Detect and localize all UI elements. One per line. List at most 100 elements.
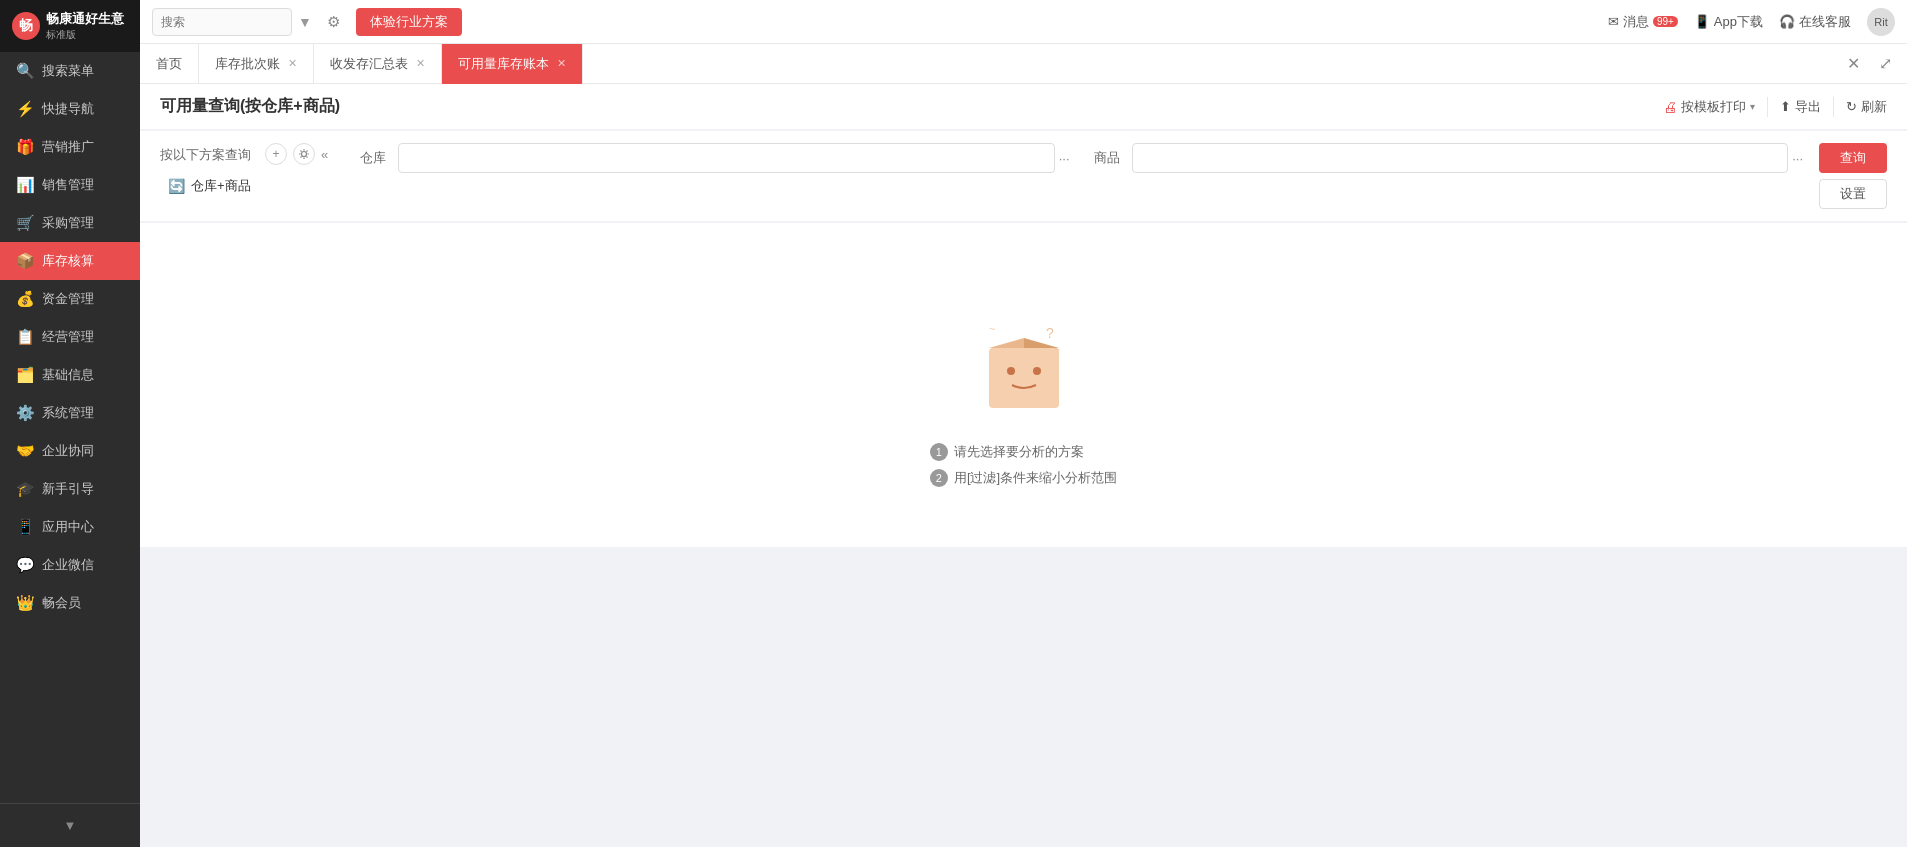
- gear-icon: ⚙️: [16, 404, 34, 422]
- sidebar-item-purchase[interactable]: 🛒 采购管理: [0, 204, 140, 242]
- mobile-icon: 📱: [16, 518, 34, 536]
- sidebar-item-finance[interactable]: 💰 资金管理: [0, 280, 140, 318]
- header-app-download[interactable]: 📱 App下载: [1694, 13, 1763, 31]
- folder-icon: 🗂️: [16, 366, 34, 384]
- page-title: 可用量查询(按仓库+商品): [160, 96, 340, 117]
- sidebar-item-operation[interactable]: 📋 经营管理: [0, 318, 140, 356]
- main-content: ▼ ⚙ 体验行业方案 ✉ 消息 99+ 📱 App下载 🎧 在线客服 Rit: [140, 0, 1907, 847]
- empty-tips: 1 请先选择要分析的方案 2 用[过滤]条件来缩小分析范围: [930, 443, 1117, 487]
- action-buttons: 查询 设置: [1807, 143, 1887, 209]
- product-more-button[interactable]: ···: [1788, 151, 1807, 166]
- tab-summary-close[interactable]: ✕: [416, 57, 425, 70]
- filter-fields-grid: 仓库 ··· 商品 ···: [360, 143, 1807, 173]
- sidebar-item-basic[interactable]: 🗂️ 基础信息: [0, 356, 140, 394]
- empty-tip-1: 1 请先选择要分析的方案: [930, 443, 1117, 461]
- cart-icon: 🛒: [16, 214, 34, 232]
- tab-batch[interactable]: 库存批次账 ✕: [199, 44, 314, 84]
- scheme-item-label: 仓库+商品: [191, 177, 251, 195]
- sidebar-item-enterprise[interactable]: 🤝 企业协同: [0, 432, 140, 470]
- search-icon: 🔍: [16, 62, 34, 80]
- service-icon: 🎧: [1779, 14, 1795, 29]
- scheme-item-warehouse[interactable]: 🔄 仓库+商品: [160, 173, 340, 199]
- tab-bar: 首页 库存批次账 ✕ 收发存汇总表 ✕ 可用量库存账本 ✕ ✕ ⤢: [140, 44, 1907, 84]
- header-service[interactable]: 🎧 在线客服: [1779, 13, 1851, 31]
- filter-fields-area: 仓库 ··· 商品 ··· 查询 设置: [340, 143, 1887, 209]
- filter-label-row: 按以下方案查询 + «: [160, 143, 340, 165]
- sidebar-item-wechat[interactable]: 💬 企业微信: [0, 546, 140, 584]
- scheme-add-button[interactable]: +: [265, 143, 287, 165]
- tab-home[interactable]: 首页: [140, 44, 199, 84]
- tab-close-window[interactable]: ✕: [1839, 50, 1867, 78]
- tab-available[interactable]: 可用量库存账本 ✕: [442, 44, 583, 84]
- lightning-icon: ⚡: [16, 100, 34, 118]
- header-gear-button[interactable]: ⚙: [320, 8, 348, 36]
- sidebar-header: 畅 畅康通好生意 标准版: [0, 0, 140, 52]
- sidebar: 畅 畅康通好生意 标准版 🔍 搜索菜单 ⚡ 快捷导航 🎁 营销推广 📊 销售管理…: [0, 0, 140, 847]
- user-avatar[interactable]: Rit: [1867, 8, 1895, 36]
- clipboard-icon: 📋: [16, 328, 34, 346]
- query-button[interactable]: 查询: [1819, 143, 1887, 173]
- header-message[interactable]: ✉ 消息 99+: [1608, 13, 1678, 31]
- export-icon: ⬆: [1780, 99, 1791, 114]
- page-header: 可用量查询(按仓库+商品) 🖨 按模板打印 ▾ ⬆ 导出 ↻ 刷新: [140, 84, 1907, 129]
- gift-icon: 🎁: [16, 138, 34, 156]
- trial-button[interactable]: 体验行业方案: [356, 8, 462, 36]
- sidebar-item-app[interactable]: 📱 应用中心: [0, 508, 140, 546]
- svg-text:~: ~: [989, 323, 995, 335]
- divider1: [1767, 97, 1768, 117]
- svg-text:~: ~: [1054, 344, 1060, 355]
- sidebar-item-system[interactable]: ⚙️ 系统管理: [0, 394, 140, 432]
- box-icon: 📦: [16, 252, 34, 270]
- tip-num-1: 1: [930, 443, 948, 461]
- tab-maximize[interactable]: ⤢: [1871, 50, 1899, 78]
- sidebar-scroll-down[interactable]: ▼: [0, 812, 140, 839]
- empty-state: ? ~ ~ 1 请先选择要分析的方案 2 用[过滤]条件来缩小分析范围: [140, 223, 1907, 547]
- settings-button[interactable]: 设置: [1819, 179, 1887, 209]
- filter-scheme-panel: 按以下方案查询 + « 🔄 仓库+商品: [160, 143, 340, 199]
- header-search-area: ▼: [152, 8, 312, 36]
- sidebar-item-member[interactable]: 👑 畅会员: [0, 584, 140, 622]
- page-content: 可用量查询(按仓库+商品) 🖨 按模板打印 ▾ ⬆ 导出 ↻ 刷新: [140, 84, 1907, 847]
- print-icon: 🖨: [1663, 99, 1677, 115]
- money-icon: 💰: [16, 290, 34, 308]
- svg-point-3: [1033, 367, 1041, 375]
- sidebar-item-shortcut[interactable]: ⚡ 快捷导航: [0, 90, 140, 128]
- print-button[interactable]: 🖨 按模板打印 ▾: [1663, 98, 1755, 116]
- header-right: ✉ 消息 99+ 📱 App下载 🎧 在线客服 Rit: [1608, 8, 1895, 36]
- divider2: [1833, 97, 1834, 117]
- graduate-icon: 🎓: [16, 480, 34, 498]
- sidebar-item-search[interactable]: 🔍 搜索菜单: [0, 52, 140, 90]
- svg-point-0: [302, 152, 307, 157]
- product-label: 商品: [1094, 149, 1124, 167]
- warehouse-label: 仓库: [360, 149, 390, 167]
- sidebar-item-newbie[interactable]: 🎓 新手引导: [0, 470, 140, 508]
- product-input[interactable]: [1132, 143, 1789, 173]
- top-header: ▼ ⚙ 体验行业方案 ✉ 消息 99+ 📱 App下载 🎧 在线客服 Rit: [140, 0, 1907, 44]
- scheme-settings-button[interactable]: [293, 143, 315, 165]
- chart-icon: 📊: [16, 176, 34, 194]
- message-badge: 99+: [1653, 16, 1678, 27]
- svg-text:?: ?: [1046, 325, 1054, 341]
- empty-illustration: ? ~ ~: [964, 303, 1084, 423]
- tab-available-close[interactable]: ✕: [557, 57, 566, 70]
- refresh-icon: ↻: [1846, 99, 1857, 114]
- print-dropdown-arrow: ▾: [1750, 101, 1755, 112]
- sidebar-item-inventory[interactable]: 📦 库存核算: [0, 242, 140, 280]
- filter-area: 按以下方案查询 + « 🔄 仓库+商品: [140, 131, 1907, 221]
- handshake-icon: 🤝: [16, 442, 34, 460]
- warehouse-input[interactable]: [398, 143, 1055, 173]
- sidebar-item-marketing[interactable]: 🎁 营销推广: [0, 128, 140, 166]
- sidebar-logo: 畅 畅康通好生意 标准版: [12, 10, 128, 42]
- scheme-item-icon: 🔄: [168, 178, 185, 194]
- warehouse-more-button[interactable]: ···: [1055, 151, 1074, 166]
- page-header-actions: 🖨 按模板打印 ▾ ⬆ 导出 ↻ 刷新: [1663, 97, 1887, 117]
- sidebar-item-sales[interactable]: 📊 销售管理: [0, 166, 140, 204]
- export-button[interactable]: ⬆ 导出: [1780, 98, 1821, 116]
- svg-point-2: [1007, 367, 1015, 375]
- tab-batch-close[interactable]: ✕: [288, 57, 297, 70]
- header-search-input[interactable]: [152, 8, 292, 36]
- scheme-collapse-button[interactable]: «: [321, 147, 328, 162]
- settings-gear-icon: [298, 148, 310, 160]
- refresh-button[interactable]: ↻ 刷新: [1846, 98, 1887, 116]
- tab-summary[interactable]: 收发存汇总表 ✕: [314, 44, 442, 84]
